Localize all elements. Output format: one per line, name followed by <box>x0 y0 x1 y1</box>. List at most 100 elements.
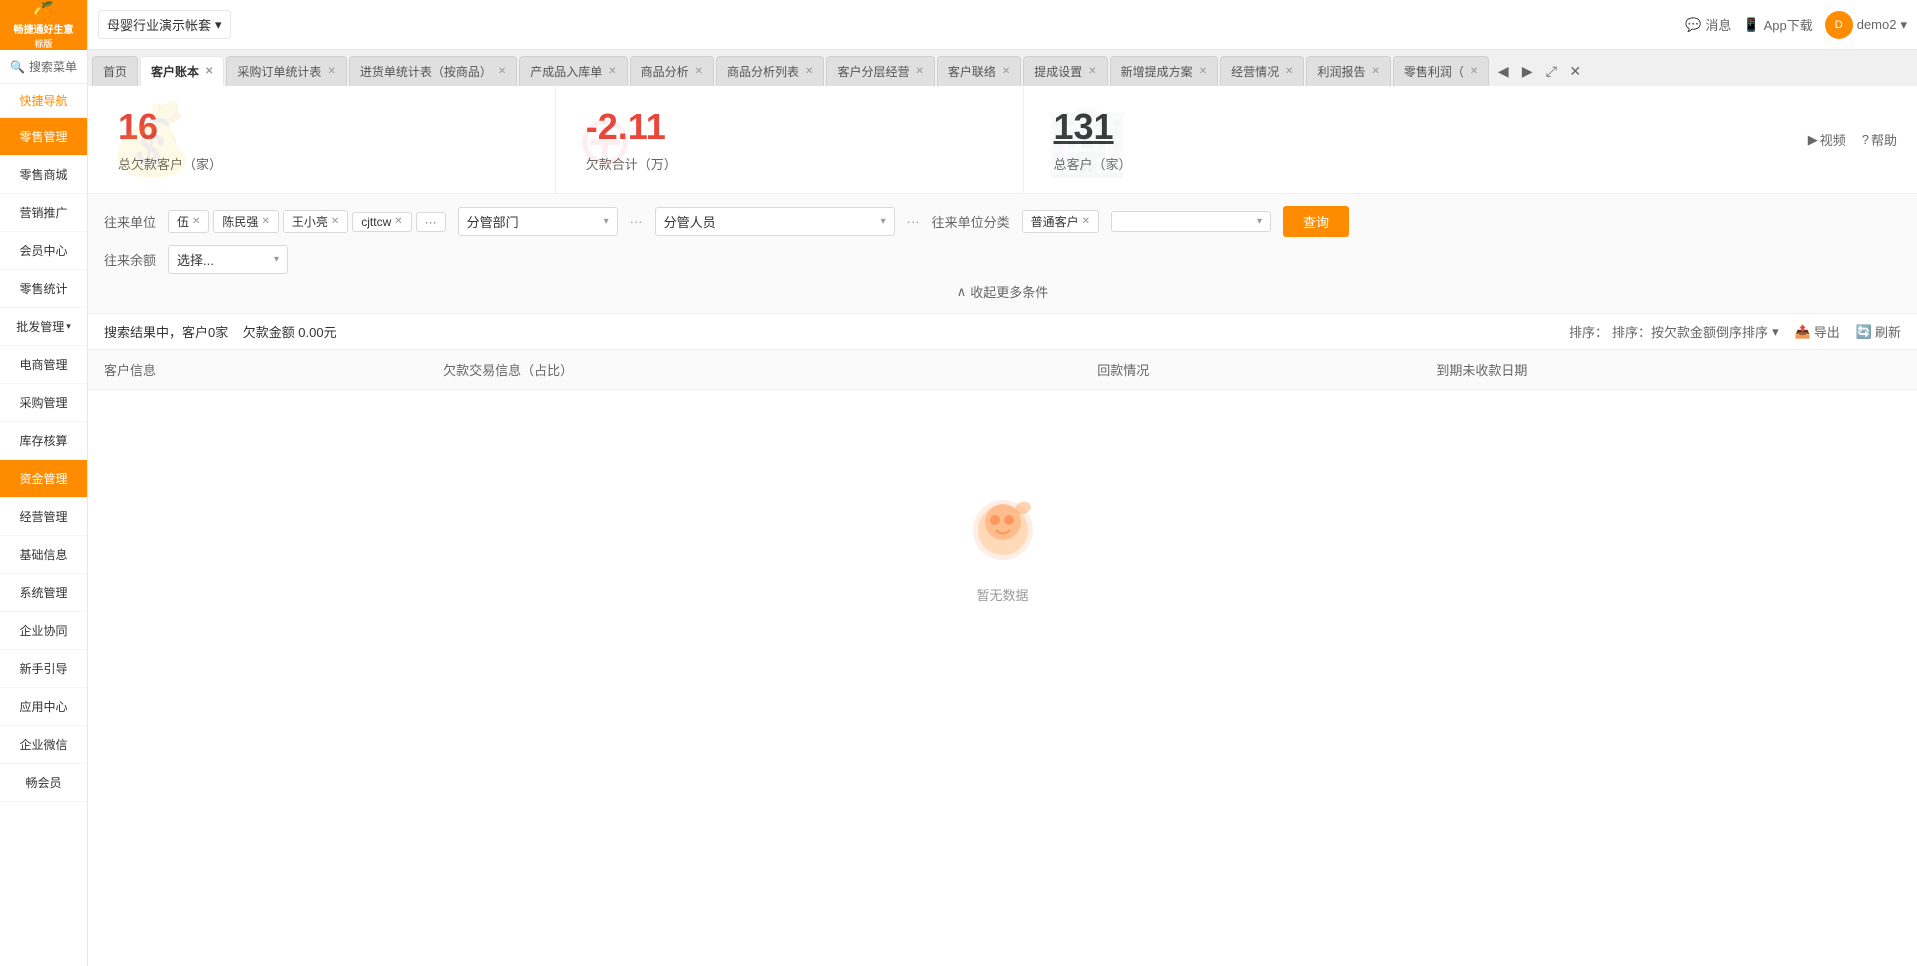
sidebar-item-inventory[interactable]: 库存核算 <box>0 422 87 460</box>
tenant-selector[interactable]: 母婴行业演示帐套 ▾ <box>98 10 231 39</box>
sidebar-item-retail-mall[interactable]: 零售商城 <box>0 156 87 194</box>
sidebar-item-member-center[interactable]: 会员中心 <box>0 232 87 270</box>
dept-more-btn[interactable]: ··· <box>630 214 643 229</box>
tab-close-icon[interactable]: ✕ <box>1372 66 1380 77</box>
filter-tag-wang: 王小亮 ✕ <box>283 210 348 233</box>
tab-close-icon[interactable]: ✕ <box>608 66 616 77</box>
result-bar: 搜索结果中，客户0家 欠款金额 0.00元 排序： 排序：按欠款金额倒序排序 ▾… <box>88 314 1917 350</box>
tab-close-icon[interactable]: ✕ <box>1088 66 1096 77</box>
tag-remove-icon[interactable]: ✕ <box>331 216 339 227</box>
stat-total-ar: ⊕ -2.11 欠款合计（万） <box>555 86 1023 193</box>
sidebar-item-ecommerce[interactable]: 电商管理 <box>0 346 87 384</box>
unit-class-filter-tags: 普通客户 ✕ <box>1022 210 1099 233</box>
sidebar-item-new-guide[interactable]: 新手引导 <box>0 650 87 688</box>
tab-close-icon[interactable]: ✕ <box>805 66 813 77</box>
person-filter[interactable]: 分管人员 ▾ <box>655 207 895 236</box>
dept-filter[interactable]: 分管部门 ▾ <box>458 207 618 236</box>
sidebar-item-operations[interactable]: 经营管理 <box>0 498 87 536</box>
stat-ar-value: -2.11 <box>586 106 993 148</box>
more-icon: ··· <box>425 215 437 229</box>
user-menu[interactable]: D demo2 ▾ <box>1825 11 1907 39</box>
refresh-icon: 🔄 <box>1856 324 1872 340</box>
tab-raise-settings[interactable]: 提成设置 ✕ <box>1023 56 1107 86</box>
tab-close-icon[interactable]: ✕ <box>498 66 506 77</box>
tab-label: 提成设置 <box>1034 63 1082 80</box>
col-customer-info: 客户信息 <box>88 350 427 390</box>
tab-inventory-stats[interactable]: 进货单统计表（按商品） ✕ <box>349 56 517 86</box>
tag-remove-icon[interactable]: ✕ <box>1082 216 1090 227</box>
app-download-button[interactable]: 📱 App下载 <box>1743 15 1812 34</box>
sidebar-item-label: 采购管理 <box>6 394 81 411</box>
tab-minimize[interactable]: ✕ <box>1563 56 1587 86</box>
tab-scroll-left[interactable]: ◀ <box>1491 56 1515 86</box>
tab-close-icon[interactable]: ✕ <box>695 66 703 77</box>
tab-close-icon[interactable]: ✕ <box>327 66 335 77</box>
tab-product-analysis[interactable]: 商品分析 ✕ <box>630 56 714 86</box>
app-download-label: App下载 <box>1764 15 1813 34</box>
sidebar-item-system[interactable]: 系统管理 <box>0 574 87 612</box>
filter-tag-more[interactable]: ··· <box>416 212 446 232</box>
tab-close-icon[interactable]: ✕ <box>915 66 923 77</box>
help-link[interactable]: ? 帮助 <box>1862 130 1897 149</box>
tab-label: 新增提成方案 <box>1121 63 1193 80</box>
tab-new-raise-plan[interactable]: 新增提成方案 ✕ <box>1110 56 1218 86</box>
tag-remove-icon[interactable]: ✕ <box>394 216 402 227</box>
refresh-button[interactable]: 🔄 刷新 <box>1856 322 1901 341</box>
col-ar-info: 欠款交易信息（占比） <box>427 350 1081 390</box>
sidebar-item-enterprise-coop[interactable]: 企业协同 <box>0 612 87 650</box>
tab-home[interactable]: 首页 <box>92 56 138 86</box>
search-menu-label: 搜索菜单 <box>29 58 77 75</box>
tag-text: 陈民强 <box>222 213 258 230</box>
logo-sub: 标版 <box>34 37 52 50</box>
sidebar-item-retail-stats[interactable]: 零售统计 <box>0 270 87 308</box>
tab-operations[interactable]: 经营情况 ✕ <box>1220 56 1304 86</box>
sidebar-item-enterprise-wechat[interactable]: 企业微信 <box>0 726 87 764</box>
sort-button[interactable]: 排序： 排序：按欠款金额倒序排序 ▾ <box>1569 322 1779 341</box>
tag-remove-icon[interactable]: ✕ <box>192 216 200 227</box>
sidebar-item-app-center[interactable]: 应用中心 <box>0 688 87 726</box>
sidebar-item-capital[interactable]: 资金管理 <box>0 460 87 498</box>
tab-retail-profit[interactable]: 零售利润（ ✕ <box>1393 56 1489 86</box>
person-more-btn[interactable]: ··· <box>907 214 920 229</box>
filter-tag-chen: 陈民强 ✕ <box>213 210 278 233</box>
sidebar-item-label: 零售管理 <box>6 128 81 145</box>
tab-production-in[interactable]: 产成品入库单 ✕ <box>519 56 627 86</box>
tab-bar: 首页 客户账本 ✕ 采购订单统计表 ✕ 进货单统计表（按商品） ✕ 产成品入库单… <box>88 50 1917 86</box>
logo-text: 畅捷通好生意 <box>14 25 74 37</box>
tab-close-icon[interactable]: ✕ <box>1002 66 1010 77</box>
sidebar-item-vip-member[interactable]: 畅会员 <box>0 764 87 802</box>
tab-close-icon[interactable]: ✕ <box>1199 66 1207 77</box>
tab-scroll-right[interactable]: ▶ <box>1515 56 1539 86</box>
video-link[interactable]: ▶ 视频 <box>1808 130 1846 149</box>
person-filter-label: 分管人员 <box>664 212 716 231</box>
tab-label: 产成品入库单 <box>530 63 602 80</box>
tab-purchase-stats[interactable]: 采购订单统计表 ✕ <box>226 56 346 86</box>
query-button[interactable]: 查询 <box>1283 206 1349 237</box>
tab-customer-contact[interactable]: 客户联络 ✕ <box>937 56 1021 86</box>
tab-ar[interactable]: 客户账本 ✕ <box>140 56 224 86</box>
message-button[interactable]: 💬 消息 <box>1685 15 1731 34</box>
sidebar-item-basic-info[interactable]: 基础信息 <box>0 536 87 574</box>
balance-filter-label: 往来余额 <box>104 250 156 269</box>
tab-maximize[interactable]: ⤢ <box>1539 56 1563 86</box>
tab-product-analysis-list[interactable]: 商品分析列表 ✕ <box>716 56 824 86</box>
tag-remove-icon[interactable]: ✕ <box>261 216 269 227</box>
balance-filter[interactable]: 选择... ▾ <box>168 245 288 274</box>
sidebar-item-label: 企业微信 <box>6 736 81 753</box>
tab-profit-report[interactable]: 利润报告 ✕ <box>1306 56 1390 86</box>
unit-class-dropdown[interactable]: ▾ <box>1111 211 1271 232</box>
username: demo2 <box>1857 17 1897 32</box>
tab-customer-layering[interactable]: 客户分层经营 ✕ <box>826 56 934 86</box>
search-menu[interactable]: 🔍 搜索菜单 <box>0 50 87 84</box>
export-button[interactable]: 📤 导出 <box>1795 322 1840 341</box>
sidebar-item-marketing[interactable]: 营销推广 <box>0 194 87 232</box>
sidebar-item-wholesale[interactable]: 批发管理 ▾ <box>0 308 87 346</box>
fast-nav[interactable]: 快捷导航 <box>0 84 87 118</box>
sidebar-item-purchase[interactable]: 采购管理 <box>0 384 87 422</box>
sidebar-item-retail-mgmt[interactable]: 零售管理 <box>0 118 87 156</box>
table-header-row: 客户信息 欠款交易信息（占比） 回款情况 到期未收款日期 <box>88 350 1917 390</box>
tab-close-icon[interactable]: ✕ <box>1470 66 1478 77</box>
tab-close-icon[interactable]: ✕ <box>1285 66 1293 77</box>
collapse-button[interactable]: ∧ 收起更多条件 <box>104 282 1901 301</box>
tab-close-icon[interactable]: ✕ <box>205 66 213 77</box>
